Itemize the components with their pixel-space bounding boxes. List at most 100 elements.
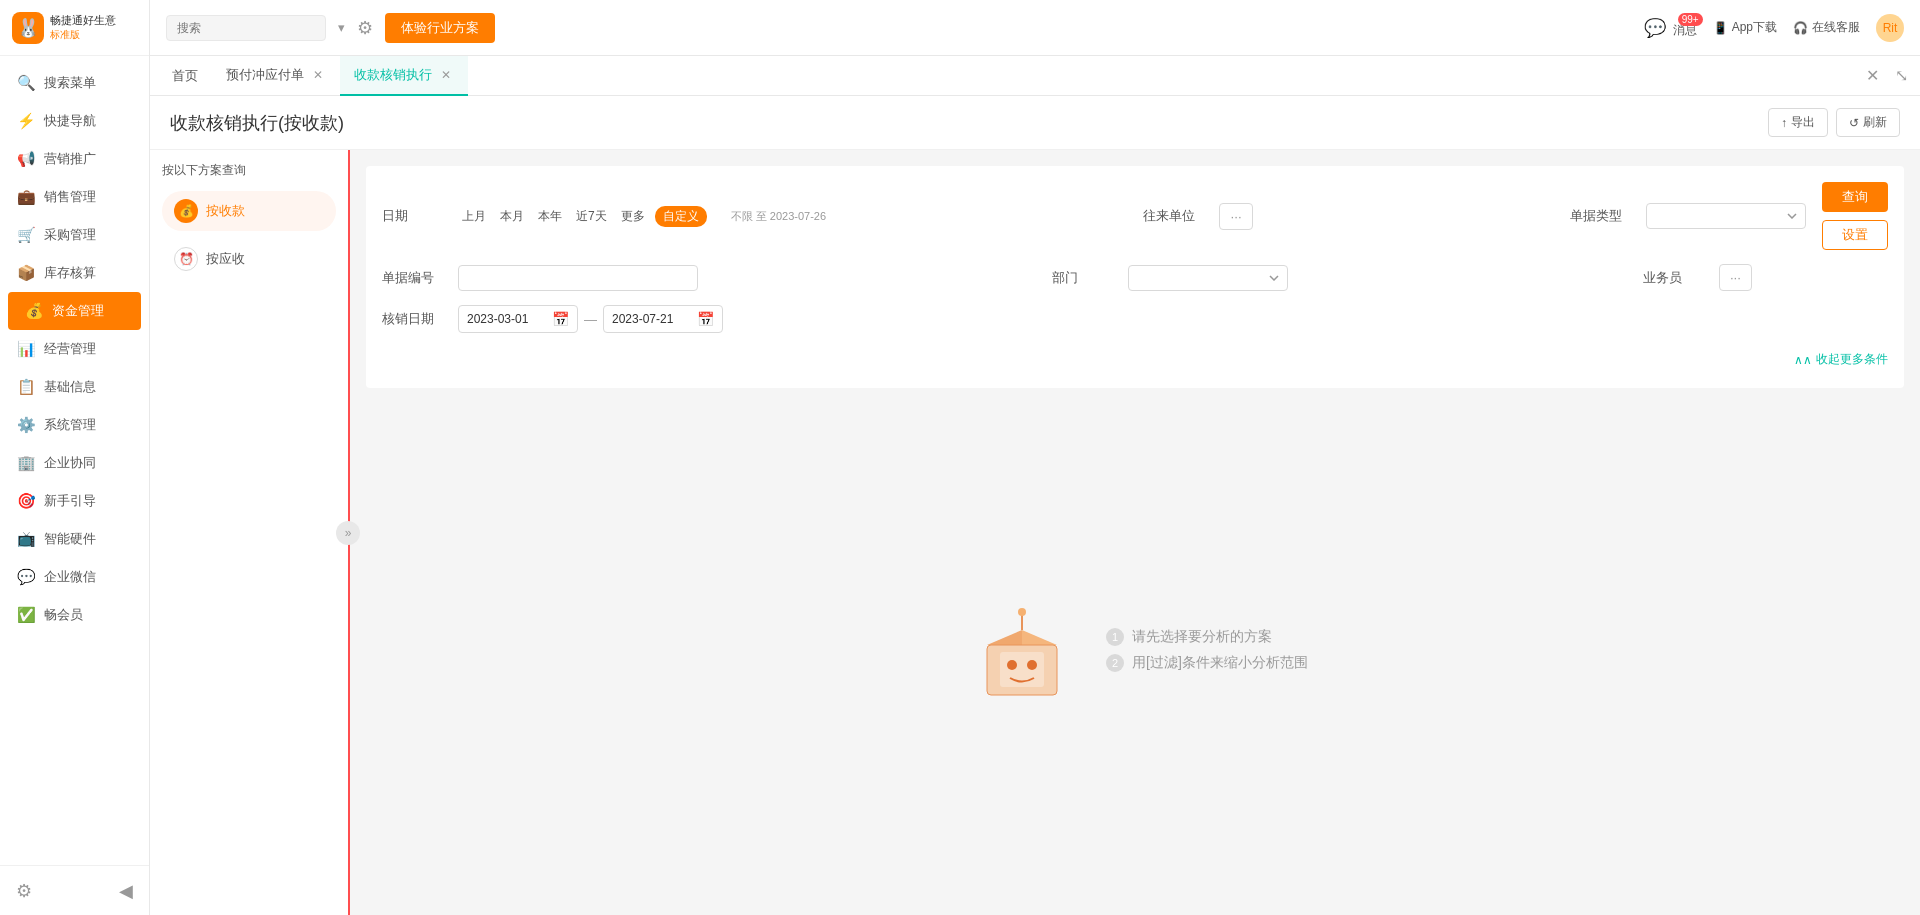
sidebar-item-hardware[interactable]: 📺 智能硬件: [0, 520, 149, 558]
sidebar-item-label: 快捷导航: [44, 112, 96, 130]
guide-icon: 🎯: [16, 492, 36, 510]
collapse-icon: ∧∧: [1794, 353, 1812, 367]
sidebar-item-operations[interactable]: 📊 经营管理: [0, 330, 149, 368]
doc-type-select[interactable]: [1646, 203, 1806, 229]
sidebar-item-basic-info[interactable]: 📋 基础信息: [0, 368, 149, 406]
topbar-right: 💬 99+ 消息 📱 App下载 🎧 在线客服 Rit: [1644, 14, 1904, 42]
marketing-icon: 📢: [16, 150, 36, 168]
inventory-icon: 📦: [16, 264, 36, 282]
collapse-filter-button[interactable]: »: [336, 521, 360, 545]
shortcut-this-month[interactable]: 本月: [496, 206, 528, 227]
sidebar-item-wechat[interactable]: 💬 企业微信: [0, 558, 149, 596]
sidebar-item-quick-nav[interactable]: ⚡ 快捷导航: [0, 102, 149, 140]
tab-receipt-offset[interactable]: 收款核销执行 ✕: [340, 56, 468, 96]
filter-receivable-label: 按应收: [206, 250, 245, 268]
doc-number-input[interactable]: [458, 265, 698, 291]
message-icon[interactable]: 💬 99+ 消息: [1644, 17, 1697, 39]
date-range-offset: 2023-03-01 📅 — 2023-07-21 📅: [458, 305, 723, 333]
sidebar-item-search[interactable]: 🔍 搜索菜单: [0, 64, 149, 102]
sidebar-item-label: 经营管理: [44, 340, 96, 358]
sidebar-footer: ⚙ ◀: [0, 865, 149, 915]
online-service-link[interactable]: 🎧 在线客服: [1793, 19, 1860, 36]
shortcut-7days[interactable]: 近7天: [572, 206, 611, 227]
system-icon: ⚙️: [16, 416, 36, 434]
sidebar-item-inventory[interactable]: 📦 库存核算: [0, 254, 149, 292]
export-button[interactable]: ↑ 导出: [1768, 108, 1828, 137]
sidebar-item-enterprise[interactable]: 🏢 企业协同: [0, 444, 149, 482]
doc-type-label: 单据类型: [1570, 207, 1630, 225]
tip-num-1: 1: [1106, 628, 1124, 646]
svg-marker-1: [987, 630, 1022, 645]
sidebar-menu: 🔍 搜索菜单 ⚡ 快捷导航 📢 营销推广 💼 销售管理 🛒 采购管理 📦 库存核…: [0, 56, 149, 865]
search-input[interactable]: [166, 15, 326, 41]
svg-point-6: [1027, 660, 1037, 670]
department-select[interactable]: [1128, 265, 1288, 291]
date-label: 日期: [382, 207, 442, 225]
collapse-sidebar-icon[interactable]: ◀: [119, 880, 133, 902]
sidebar-item-sales[interactable]: 💼 销售管理: [0, 178, 149, 216]
shortcut-more[interactable]: 更多: [617, 206, 649, 227]
query-button[interactable]: 查询: [1822, 182, 1888, 212]
empty-illustration: [962, 590, 1082, 710]
offset-date-end-input[interactable]: 2023-07-21 📅: [603, 305, 723, 333]
sidebar-item-funds[interactable]: 💰 资金管理: [8, 292, 141, 330]
main-body: 按以下方案查询 💰 按收款 ⏰ 按应收 » 日期: [150, 150, 1920, 915]
shortcut-custom[interactable]: 自定义: [655, 206, 707, 227]
industry-solution-button[interactable]: 体验行业方案: [385, 13, 495, 43]
filter-by-receivable[interactable]: ⏰ 按应收: [162, 239, 336, 279]
refresh-icon: ↺: [1849, 116, 1859, 130]
sidebar-item-label: 营销推广: [44, 150, 96, 168]
page-content: 收款核销执行(按收款) ↑ 导出 ↺ 刷新 按以下方案查询 💰 按收款: [150, 96, 1920, 915]
tab-home[interactable]: 首页: [158, 56, 212, 96]
app-download-link[interactable]: 📱 App下载: [1713, 19, 1777, 36]
gear-icon[interactable]: ⚙: [357, 17, 373, 39]
tab-receipt-label: 收款核销执行: [354, 66, 432, 84]
svg-point-5: [1007, 660, 1017, 670]
tab-close-all-icon[interactable]: ✕: [1862, 62, 1883, 89]
empty-tips: 1 请先选择要分析的方案 2 用[过滤]条件来缩小分析范围: [1106, 628, 1308, 672]
sidebar-item-label: 智能硬件: [44, 530, 96, 548]
staff-input[interactable]: ···: [1719, 264, 1752, 291]
sidebar-item-purchase[interactable]: 🛒 采购管理: [0, 216, 149, 254]
filter-by-receipt[interactable]: 💰 按收款: [162, 191, 336, 231]
collapse-more[interactable]: ∧∧ 收起更多条件: [382, 347, 1888, 372]
tabbar: 首页 预付冲应付单 ✕ 收款核销执行 ✕ ✕ ⤡: [150, 56, 1920, 96]
tab-prepay[interactable]: 预付冲应付单 ✕: [212, 56, 340, 96]
offset-date-start-input[interactable]: 2023-03-01 📅: [458, 305, 578, 333]
refresh-button[interactable]: ↺ 刷新: [1836, 108, 1900, 137]
avatar[interactable]: Rit: [1876, 14, 1904, 42]
sales-icon: 💼: [16, 188, 36, 206]
main-area: ▾ ⚙ 体验行业方案 💬 99+ 消息 📱 App下载 🎧 在线客服 Rit: [150, 0, 1920, 915]
settings-button[interactable]: 设置: [1822, 220, 1888, 250]
sidebar-item-label: 企业协同: [44, 454, 96, 472]
tab-receipt-close[interactable]: ✕: [438, 67, 454, 83]
sidebar-item-label: 系统管理: [44, 416, 96, 434]
headset-icon: 🎧: [1793, 21, 1808, 35]
sidebar-item-label: 新手引导: [44, 492, 96, 510]
page-title: 收款核销执行(按收款): [170, 111, 344, 135]
sidebar-item-label: 销售管理: [44, 188, 96, 206]
empty-state: 1 请先选择要分析的方案 2 用[过滤]条件来缩小分析范围: [366, 400, 1904, 899]
empty-tip-2: 2 用[过滤]条件来缩小分析范围: [1106, 654, 1308, 672]
tab-prepay-close[interactable]: ✕: [310, 67, 326, 83]
logo-icon: 🐰: [12, 12, 44, 44]
basic-info-icon: 📋: [16, 378, 36, 396]
home-tab-label: 首页: [172, 67, 198, 85]
shortcut-this-year[interactable]: 本年: [534, 206, 566, 227]
page-actions: ↑ 导出 ↺ 刷新: [1768, 108, 1900, 137]
department-label: 部门: [1052, 269, 1112, 287]
dropdown-icon[interactable]: ▾: [338, 20, 345, 35]
tab-expand-icon[interactable]: ⤡: [1891, 62, 1912, 89]
partner-input[interactable]: ···: [1219, 203, 1252, 230]
sidebar-item-system[interactable]: ⚙️ 系统管理: [0, 406, 149, 444]
settings-icon[interactable]: ⚙: [16, 880, 32, 902]
sidebar-item-label: 畅会员: [44, 606, 83, 624]
sidebar: 🐰 畅捷通好生意 标准版 🔍 搜索菜单 ⚡ 快捷导航 📢 营销推广 💼 销售管理…: [0, 0, 150, 915]
sidebar-item-vip[interactable]: ✅ 畅会员: [0, 596, 149, 634]
doc-number-label: 单据编号: [382, 269, 442, 287]
quick-nav-icon: ⚡: [16, 112, 36, 130]
sidebar-item-guide[interactable]: 🎯 新手引导: [0, 482, 149, 520]
shortcut-last-month[interactable]: 上月: [458, 206, 490, 227]
sidebar-item-label: 库存核算: [44, 264, 96, 282]
sidebar-item-marketing[interactable]: 📢 营销推广: [0, 140, 149, 178]
